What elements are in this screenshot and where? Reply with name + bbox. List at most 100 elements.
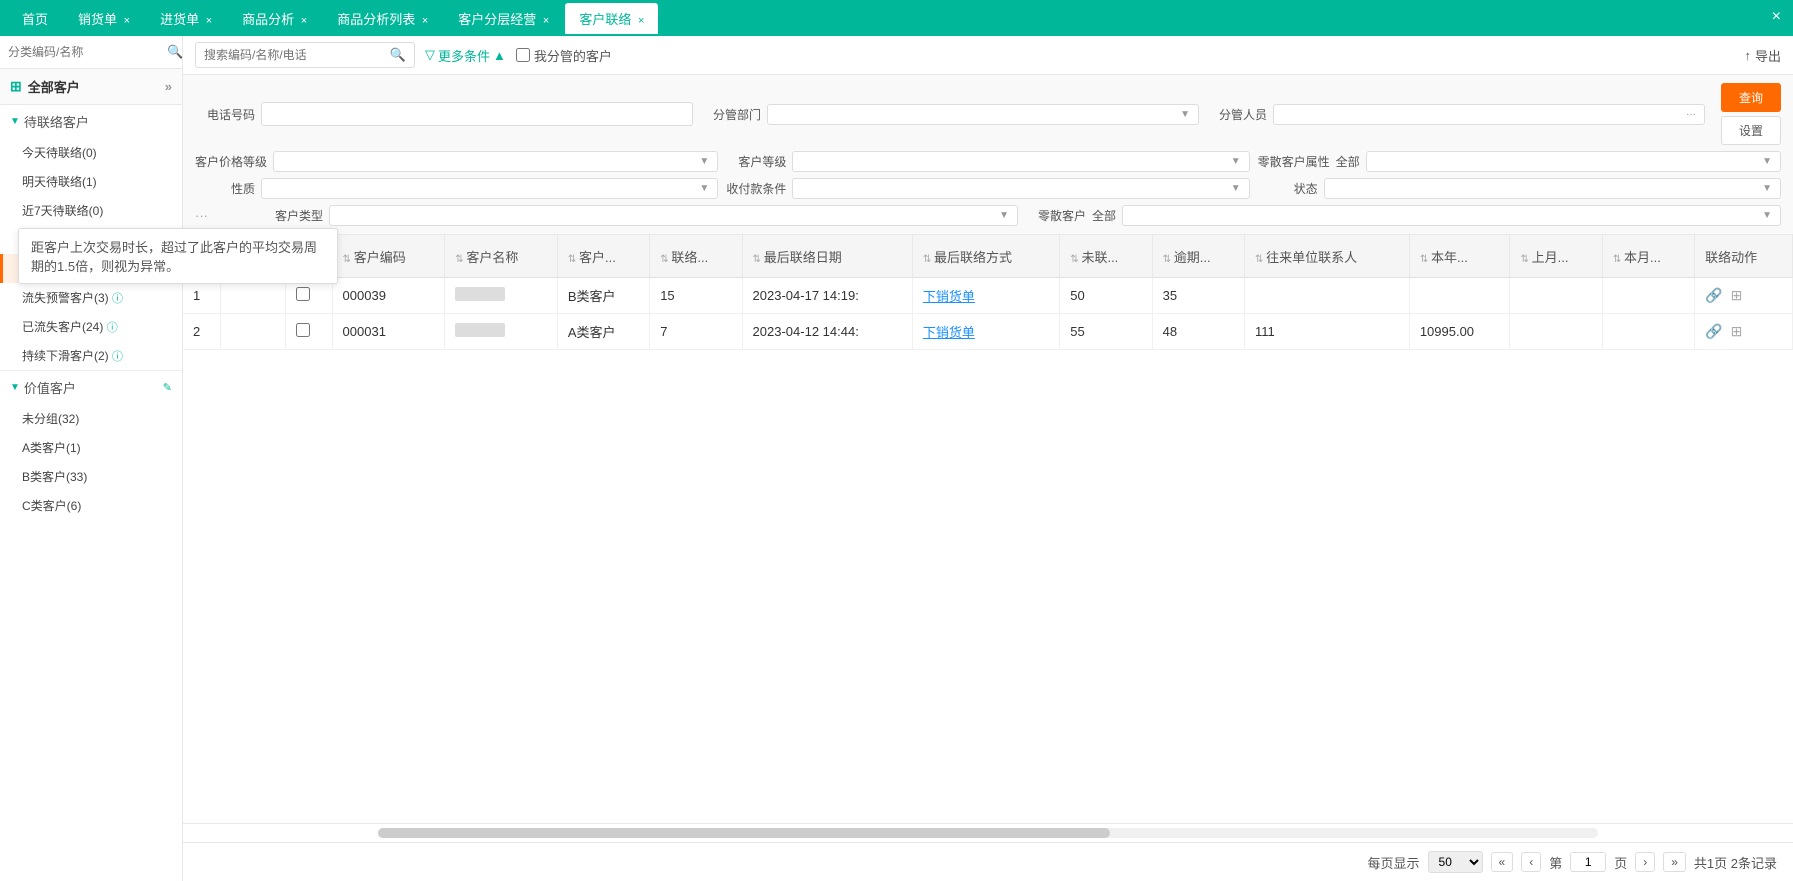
link-method-1[interactable]: 下销货单 [923, 289, 975, 304]
sidebar-item-churn-warning[interactable]: 流失预警客户(3) ⓘ [0, 283, 182, 312]
value-customers-label: 价值客户 [24, 378, 76, 397]
sidebar-item-classA[interactable]: A类客户(1) [0, 433, 182, 462]
filter-icon: ▽ [425, 47, 435, 63]
nav-close-purchase[interactable]: × [206, 15, 212, 27]
nav-home[interactable]: 首页 [8, 3, 62, 34]
total-label: 共1页 2条记录 [1694, 853, 1777, 872]
cell-overdue-2: 48 [1152, 314, 1244, 350]
main-layout: 🔍 ⊞ 全部客户 » ▼ 待联络客户 今天待联络(0) 明天待联络(1) 近7天… [0, 36, 1793, 881]
link-method-2[interactable]: 下销货单 [923, 325, 975, 340]
cell-this-month-2 [1602, 314, 1694, 350]
my-customers-toggle[interactable]: 我分管的客户 [516, 46, 612, 65]
more-conditions-btn[interactable]: ▽ 更多条件 ▲ [425, 46, 506, 65]
action-link-icon-2[interactable]: 🔗 [1705, 323, 1722, 340]
nav-customer-tier[interactable]: 客户分层经营 × [444, 3, 563, 34]
phone-input[interactable] [261, 102, 693, 126]
table-wrap: ⚙ 客户编码 客户名称 客户... 联络... 最后联络日期 最后联络方式 未联… [183, 235, 1793, 823]
th-contacts[interactable]: 往来单位联系人 [1244, 235, 1409, 278]
cell-last-method-2: 下销货单 [912, 314, 1059, 350]
settings-btn[interactable]: 设置 [1721, 116, 1781, 145]
customer-level-select[interactable]: ▼ [792, 151, 1249, 172]
arrow-down-icon: ▼ [10, 116, 20, 127]
th-this-month[interactable]: 本月... [1602, 235, 1694, 278]
person-select[interactable]: ··· [1273, 104, 1705, 125]
sidebar-search-input[interactable] [8, 45, 163, 59]
filter-cell-price-level: 客户价格等级 ▼ [195, 151, 718, 172]
sidebar-item-declining[interactable]: 持续下滑客户(2) ⓘ [0, 341, 182, 370]
scroll-thumb[interactable] [378, 828, 1110, 838]
cell-type-2: A类客户 [557, 314, 649, 350]
dept-select[interactable]: ▼ [767, 104, 1199, 125]
customer-type-select[interactable]: ▼ [329, 205, 1018, 226]
edit-icon[interactable]: ✎ [163, 381, 172, 394]
prev-page-btn[interactable]: ‹ [1521, 852, 1541, 872]
sidebar-item-classB[interactable]: B类客户(33) [0, 462, 182, 491]
sidebar-item-classC[interactable]: C类客户(6) [0, 491, 182, 520]
sidebar-item-7days[interactable]: 近7天待联络(0) [0, 196, 182, 225]
th-overdue[interactable]: 逾期... [1152, 235, 1244, 278]
filter-cell-retail-attr: 零散客户属性 全部 ▼ [1258, 151, 1781, 172]
nav-customer-contact[interactable]: 客户联络 × [565, 3, 658, 34]
th-unlink-days[interactable]: 未联... [1060, 235, 1152, 278]
grid-icon: ⊞ [10, 78, 22, 95]
last-page-btn[interactable]: » [1663, 852, 1686, 872]
sidebar-all-customers[interactable]: ⊞ 全部客户 » [0, 69, 182, 105]
sidebar-item-ungrouped[interactable]: 未分组(32) [0, 404, 182, 433]
nav-sales[interactable]: 销货单 × [64, 3, 144, 34]
th-this-year[interactable]: 本年... [1409, 235, 1510, 278]
query-btn[interactable]: 查询 [1721, 83, 1781, 112]
tooltip-box: 距客户上次交易时长，超过了此客户的平均交易周期的1.5倍，则视为异常。 [18, 228, 183, 284]
table-row: 1 000039 B类客户 15 2023-04-17 14:19: 下销货单 [183, 278, 1793, 314]
sidebar-group-pending[interactable]: ▼ 待联络客户 [0, 105, 182, 138]
per-page-select[interactable]: 50 20 100 [1428, 851, 1483, 873]
retail-attr-select[interactable]: ▼ [1366, 151, 1781, 172]
next-page-btn[interactable]: › [1635, 852, 1655, 872]
nav-product-analysis[interactable]: 商品分析 × [228, 3, 321, 34]
export-btn[interactable]: ↑ 导出 [1744, 46, 1781, 65]
action-grid-icon-2[interactable]: ⊞ [1731, 323, 1743, 340]
th-last-contact-date[interactable]: 最后联络日期 [742, 235, 912, 278]
sidebar-search-icon[interactable]: 🔍 [167, 44, 183, 60]
my-customers-checkbox[interactable] [516, 48, 530, 62]
sidebar-group-value[interactable]: ▼ 价值客户 ✎ [0, 370, 182, 404]
page-input[interactable] [1570, 852, 1606, 872]
retail-select[interactable]: ▼ [1122, 205, 1781, 226]
nav-close-customer-tier[interactable]: × [543, 15, 549, 27]
nav-close-product-list[interactable]: × [422, 15, 428, 27]
cell-unlink: 50 [1060, 278, 1152, 314]
horizontal-scrollbar[interactable] [378, 828, 1598, 838]
price-level-select[interactable]: ▼ [273, 151, 718, 172]
cell-last-month [1510, 278, 1602, 314]
status-select[interactable]: ▼ [1324, 178, 1781, 199]
nav-close-sales[interactable]: × [124, 15, 130, 27]
payment-select[interactable]: ▼ [792, 178, 1249, 199]
retail-label: 零散客户 [1026, 207, 1086, 224]
th-customer-code[interactable]: 客户编码 [332, 235, 445, 278]
sidebar-collapse-icon[interactable]: » [165, 79, 172, 94]
nav-product-list[interactable]: 商品分析列表 × [323, 3, 442, 34]
filter-cell-status: 状态 ▼ [1258, 178, 1781, 199]
sidebar-item-churned[interactable]: 已流失客户(24) ⓘ [0, 312, 182, 341]
th-last-month[interactable]: 上月... [1510, 235, 1602, 278]
main-search-icon[interactable]: 🔍 [390, 47, 406, 63]
th-last-contact-method[interactable]: 最后联络方式 [912, 235, 1059, 278]
more-dots[interactable]: ··· [195, 208, 208, 223]
action-link-icon-1[interactable]: 🔗 [1705, 287, 1722, 304]
th-contact-count[interactable]: 联络... [650, 235, 742, 278]
nav-purchase[interactable]: 进货单 × [146, 3, 226, 34]
nav-close-customer-contact[interactable]: × [638, 15, 644, 27]
th-customer-type[interactable]: 客户... [557, 235, 649, 278]
sidebar-item-tomorrow[interactable]: 明天待联络(1) [0, 167, 182, 196]
row1-checkbox[interactable] [296, 287, 310, 301]
row2-checkbox[interactable] [296, 323, 310, 337]
sidebar-item-today[interactable]: 今天待联络(0) [0, 138, 182, 167]
first-page-btn[interactable]: « [1491, 852, 1514, 872]
main-search-input[interactable] [204, 48, 386, 62]
arrow-down-icon2: ▼ [10, 382, 20, 393]
window-close-btn[interactable]: × [1772, 8, 1781, 26]
filter-cell-retail: 零散客户 全部 ▼ [1026, 205, 1781, 226]
nature-select[interactable]: ▼ [261, 178, 718, 199]
nav-close-product[interactable]: × [301, 15, 307, 27]
action-grid-icon-1[interactable]: ⊞ [1731, 287, 1743, 304]
th-customer-name[interactable]: 客户名称 [445, 235, 558, 278]
